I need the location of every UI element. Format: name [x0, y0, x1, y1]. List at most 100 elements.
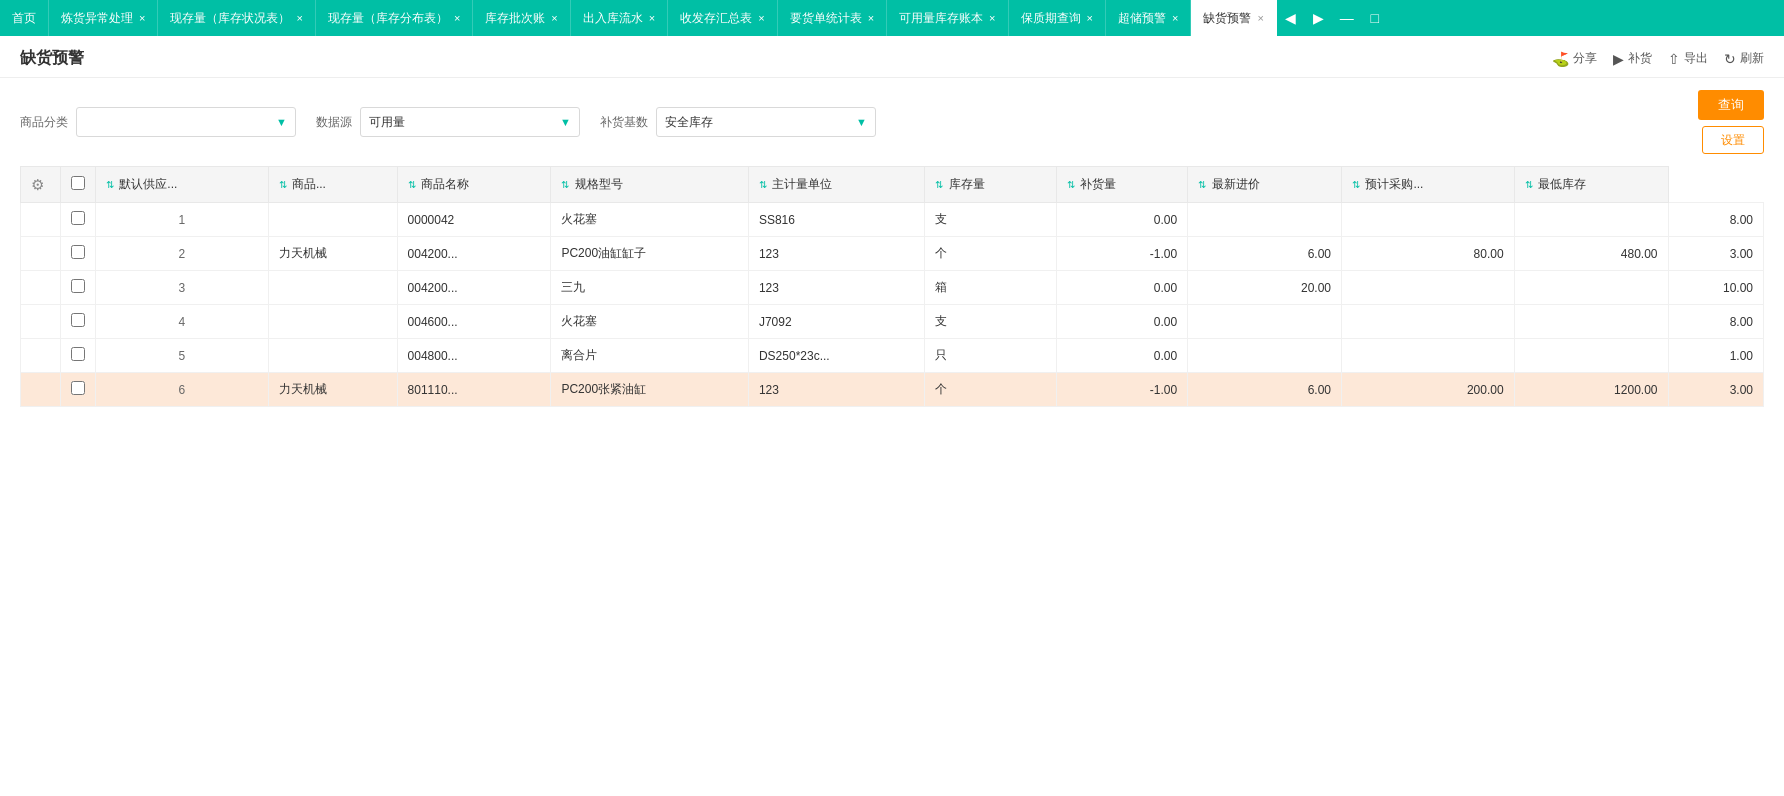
row-gear-cell: [21, 373, 61, 407]
row-checkbox-0[interactable]: [71, 211, 85, 225]
row-num-cell: 5: [96, 339, 269, 373]
sort-est-purchase-icon[interactable]: ⇅: [1352, 179, 1360, 190]
row-num-cell: 2: [96, 237, 269, 271]
row-checkbox-3[interactable]: [71, 313, 85, 327]
page-header: 缺货预警 ⛳ 分享 ▶ 补货 ⇧ 导出 ↻ 刷新: [0, 36, 1784, 78]
gear-settings-icon[interactable]: ⚙: [31, 176, 44, 193]
row-checkbox-4[interactable]: [71, 347, 85, 361]
tab-close-xian-cun-1[interactable]: ×: [296, 12, 302, 24]
sort-replenish-icon[interactable]: ⇅: [1067, 179, 1075, 190]
row-spec: J7092: [748, 305, 924, 339]
tab-close-ke-yong[interactable]: ×: [989, 12, 995, 24]
tab-ku-cun[interactable]: 库存批次账 ×: [473, 0, 570, 36]
export-btn[interactable]: ⇧ 导出: [1668, 50, 1708, 67]
window-minimize-btn[interactable]: ―: [1333, 0, 1361, 36]
category-select[interactable]: ▼: [76, 107, 296, 137]
sort-latest-price-icon[interactable]: ⇅: [1198, 179, 1206, 190]
sort-unit-icon[interactable]: ⇅: [759, 179, 767, 190]
row-replenish: [1188, 339, 1342, 373]
sort-stock-icon[interactable]: ⇅: [935, 179, 943, 190]
window-maximize-btn[interactable]: □: [1361, 0, 1389, 36]
tab-yao-huo[interactable]: 要货单统计表 ×: [778, 0, 887, 36]
row-unit: 个: [925, 237, 1056, 271]
tab-xian-cun-1[interactable]: 现存量（库存状况表） ×: [158, 0, 315, 36]
row-code: 004200...: [397, 237, 551, 271]
tab-nav-prev[interactable]: ◀: [1277, 0, 1305, 36]
row-code: 004200...: [397, 271, 551, 305]
row-replenish: [1188, 305, 1342, 339]
row-checkbox-cell: [61, 203, 96, 237]
share-btn[interactable]: ⛳ 分享: [1552, 50, 1597, 67]
row-num-cell: 6: [96, 373, 269, 407]
tab-close-shou-fa[interactable]: ×: [758, 12, 764, 24]
sort-spec-icon[interactable]: ⇅: [561, 179, 569, 190]
settings-button[interactable]: 设置: [1702, 126, 1764, 154]
th-spec: ⇅ 规格型号: [551, 167, 749, 203]
row-replenish: 6.00: [1188, 373, 1342, 407]
row-spec: DS250*23c...: [748, 339, 924, 373]
tab-ke-yong[interactable]: 可用量库存账本 ×: [887, 0, 1008, 36]
th-code: ⇅ 商品...: [268, 167, 397, 203]
sort-min-stock-icon[interactable]: ⇅: [1525, 179, 1533, 190]
th-replenish: ⇅ 补货量: [1056, 167, 1187, 203]
row-num-cell: 1: [96, 203, 269, 237]
replenish-filter-group: 补货基数 安全库存 ▼: [600, 107, 876, 137]
sort-name-icon[interactable]: ⇅: [408, 179, 416, 190]
row-checkbox-5[interactable]: [71, 381, 85, 395]
row-spec: 123: [748, 271, 924, 305]
tab-close-chao-e[interactable]: ×: [1172, 12, 1178, 24]
tab-close-lian-huo[interactable]: ×: [139, 12, 145, 24]
tab-close-chu-ru[interactable]: ×: [649, 12, 655, 24]
tab-chao-e[interactable]: 超储预警 ×: [1106, 0, 1191, 36]
query-button[interactable]: 查询: [1698, 90, 1764, 120]
datasource-select[interactable]: 可用量 ▼: [360, 107, 580, 137]
row-supplier: [268, 305, 397, 339]
tab-close-bao-zhi[interactable]: ×: [1087, 12, 1093, 24]
tab-close-yao-huo[interactable]: ×: [868, 12, 874, 24]
datasource-filter-group: 数据源 可用量 ▼: [316, 107, 580, 137]
row-gear-cell: [21, 271, 61, 305]
row-checkbox-1[interactable]: [71, 245, 85, 259]
row-supplier: 力天机械: [268, 237, 397, 271]
tab-home[interactable]: 首页: [0, 0, 49, 36]
row-min-stock: 8.00: [1668, 203, 1764, 237]
tab-shou-fa[interactable]: 收发存汇总表 ×: [668, 0, 777, 36]
row-min-stock: 8.00: [1668, 305, 1764, 339]
datasource-dropdown-icon: ▼: [560, 116, 571, 128]
row-supplier: [268, 339, 397, 373]
tab-xian-cun-2[interactable]: 现存量（库存分布表） ×: [316, 0, 473, 36]
tab-chu-ru[interactable]: 出入库流水 ×: [571, 0, 668, 36]
select-all-checkbox[interactable]: [71, 176, 85, 190]
tab-bao-zhi[interactable]: 保质期查询 ×: [1009, 0, 1106, 36]
th-min-stock: ⇅ 最低库存: [1514, 167, 1668, 203]
row-name: PC200油缸缸子: [551, 237, 749, 271]
row-checkbox-cell: [61, 339, 96, 373]
row-latest-price: 80.00: [1342, 237, 1515, 271]
row-checkbox-cell: [61, 271, 96, 305]
row-name: PC200张紧油缸: [551, 373, 749, 407]
tab-close-ku-cun[interactable]: ×: [551, 12, 557, 24]
row-code: 004800...: [397, 339, 551, 373]
row-replenish: 20.00: [1188, 271, 1342, 305]
row-est-purchase: [1514, 271, 1668, 305]
row-stock: 0.00: [1056, 203, 1187, 237]
tab-que-huo[interactable]: 缺货预警 ×: [1191, 0, 1276, 36]
row-checkbox-cell: [61, 237, 96, 271]
sort-code-icon[interactable]: ⇅: [279, 179, 287, 190]
tab-close-xian-cun-2[interactable]: ×: [454, 12, 460, 24]
row-stock: 0.00: [1056, 305, 1187, 339]
tab-close-que-huo[interactable]: ×: [1257, 12, 1263, 24]
row-checkbox-2[interactable]: [71, 279, 85, 293]
row-min-stock: 1.00: [1668, 339, 1764, 373]
th-stock: ⇅ 库存量: [925, 167, 1056, 203]
tab-lian-huo[interactable]: 炼货异常处理 ×: [49, 0, 158, 36]
tab-nav-next[interactable]: ▶: [1305, 0, 1333, 36]
datasource-select-value: 可用量: [369, 114, 405, 131]
refresh-btn[interactable]: ↻ 刷新: [1724, 50, 1764, 67]
row-code: 004600...: [397, 305, 551, 339]
row-min-stock: 10.00: [1668, 271, 1764, 305]
sort-supplier-icon[interactable]: ⇅: [106, 179, 114, 190]
replenish-btn[interactable]: ▶ 补货: [1613, 50, 1652, 67]
table-body: 1 0000042 火花塞 SS816 支 0.00 8.00 2 力天机械 0…: [21, 203, 1764, 407]
replenish-select[interactable]: 安全库存 ▼: [656, 107, 876, 137]
